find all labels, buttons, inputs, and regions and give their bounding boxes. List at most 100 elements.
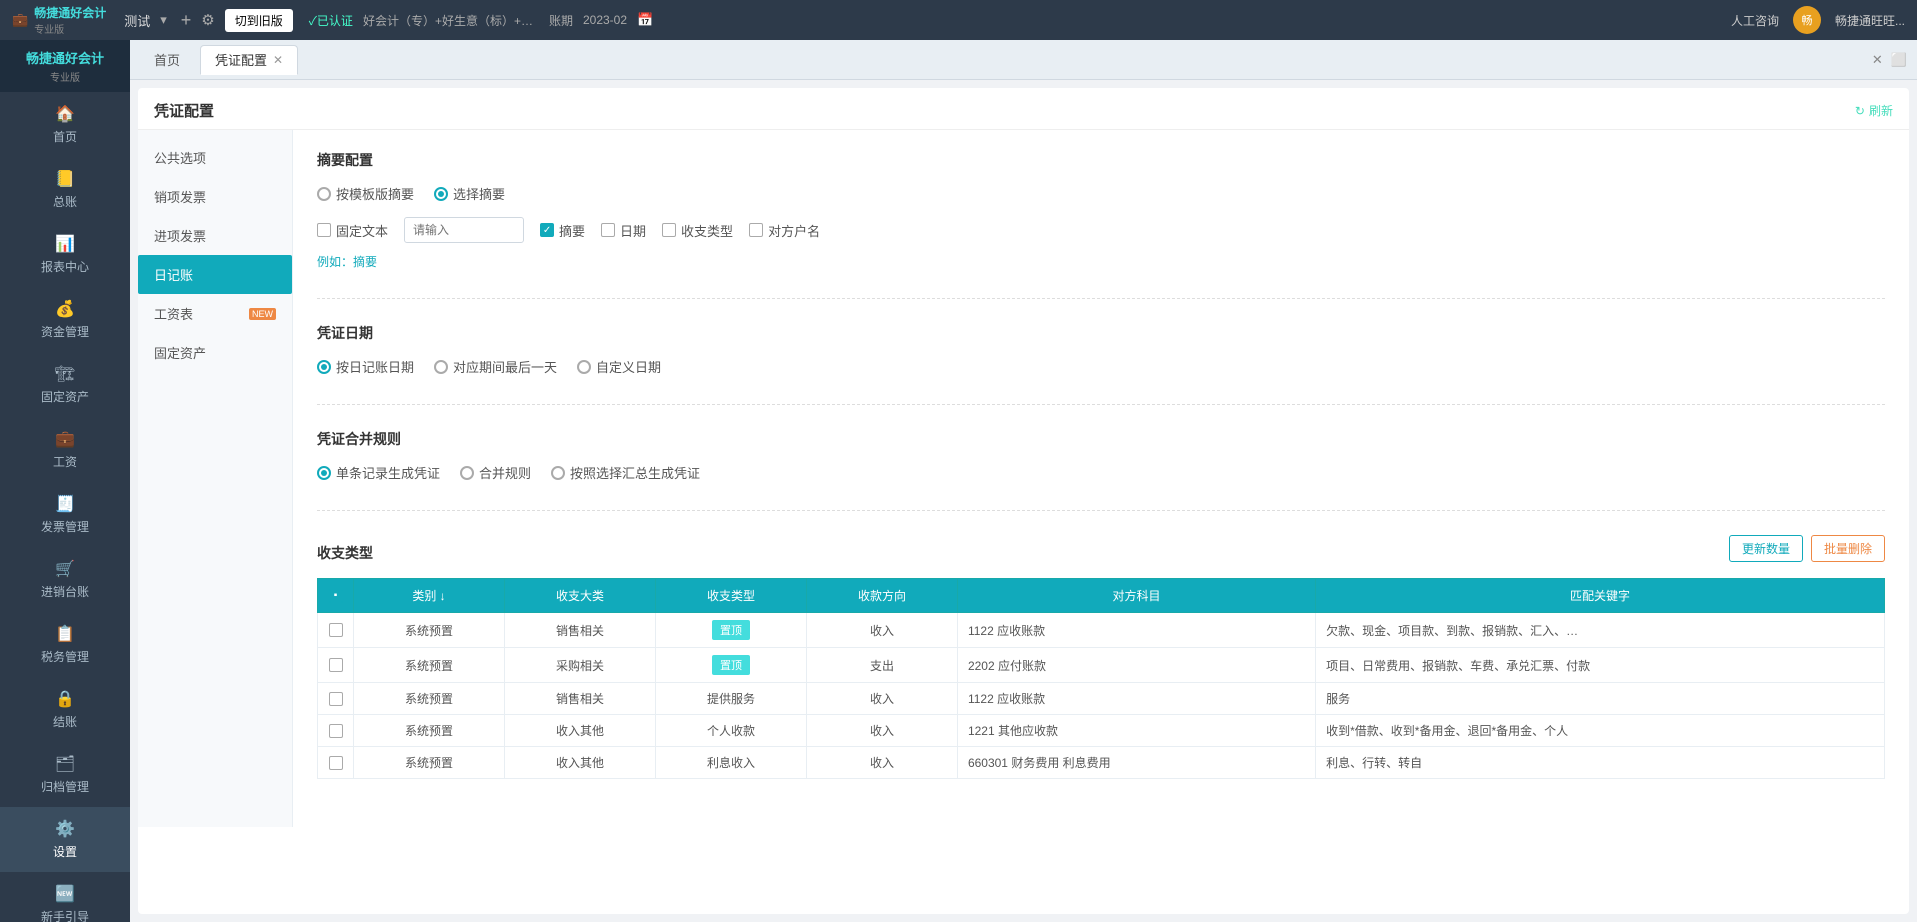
user-name[interactable]: 畅捷通旺旺...: [1835, 12, 1905, 29]
refresh-button[interactable]: ↻ 刷新: [1855, 102, 1893, 119]
settings-icon-sidebar: ⚙️: [55, 819, 75, 839]
page-title: 凭证配置: [154, 100, 214, 121]
row-checkbox-4[interactable]: [329, 756, 343, 770]
sidebar: 畅捷通好会计 专业版 🏠 首页 📒 总账 📊 报表中心 💰 资金管理 🏗 固定资…: [0, 40, 130, 922]
voucher-date-radio-group: 按日记账日期 对应期间最后一天 自定义日期: [317, 357, 1885, 376]
logo-main: 畅捷通好会计: [26, 48, 104, 67]
th-checkbox[interactable]: ▪: [329, 589, 343, 603]
tab-close-icon[interactable]: ✕: [273, 53, 283, 67]
sidebar-item-home[interactable]: 🏠 首页: [0, 92, 130, 157]
checkbox-income-type[interactable]: 收支类型: [662, 221, 733, 240]
sidebar-label-assets: 固定资产: [41, 388, 89, 405]
period-value: 2023-02: [583, 13, 627, 27]
refresh-icon: ↻: [1855, 104, 1865, 118]
row-checkbox-cell-4[interactable]: [318, 747, 354, 779]
row-sub-type-1: 置顶: [655, 648, 806, 683]
tag-reset-1[interactable]: 置顶: [712, 655, 750, 675]
tab-voucher-config[interactable]: 凭证配置 ✕: [200, 45, 298, 75]
batch-delete-button[interactable]: 批量删除: [1811, 535, 1885, 562]
left-nav: 公共选项 销项发票 进项发票 日记账 工资表 NEW: [138, 130, 293, 827]
row-keywords-2: 服务: [1316, 683, 1885, 715]
radio-summary-circle: [551, 466, 565, 480]
left-nav-fixed-assets[interactable]: 固定资产: [138, 333, 292, 372]
sidebar-item-invoice[interactable]: 🧾 发票管理: [0, 482, 130, 547]
close-window-icon[interactable]: ✕: [1872, 52, 1883, 68]
sidebar-label-tax: 税务管理: [41, 648, 89, 665]
row-checkbox-cell-1[interactable]: [318, 648, 354, 683]
row-checkbox-cell-3[interactable]: [318, 715, 354, 747]
radio-circle-template: [317, 187, 331, 201]
row-checkbox-cell-2[interactable]: [318, 683, 354, 715]
row-checkbox-3[interactable]: [329, 724, 343, 738]
left-nav-purchase-invoice[interactable]: 进项发票: [138, 216, 292, 255]
switch-version-button[interactable]: 切到旧版: [225, 9, 293, 32]
tab-home-label: 首页: [154, 50, 180, 69]
fixed-text-input[interactable]: [404, 217, 524, 243]
sidebar-label-reports: 报表中心: [41, 258, 89, 275]
sidebar-item-guide[interactable]: 🆕 新手引导: [0, 872, 130, 922]
voucher-date-title: 凭证日期: [317, 323, 1885, 343]
sidebar-label-guide: 新手引导: [41, 908, 89, 922]
sidebar-label-payroll: 工资: [53, 453, 77, 470]
row-checkbox-2[interactable]: [329, 692, 343, 706]
checkbox-box-date: [601, 223, 615, 237]
sidebar-item-archive[interactable]: 🗂 归档管理: [0, 742, 130, 807]
sidebar-item-payroll[interactable]: 💼 工资: [0, 417, 130, 482]
row-checkbox-cell-0[interactable]: [318, 613, 354, 648]
settings-icon[interactable]: ⚙: [201, 11, 214, 29]
sidebar-item-ledger[interactable]: 📒 总账: [0, 157, 130, 222]
radio-journal-date-circle: [317, 360, 331, 374]
arrow-down-icon[interactable]: ▾: [160, 12, 167, 28]
user-avatar[interactable]: 畅: [1793, 6, 1821, 34]
sidebar-item-reports[interactable]: 📊 报表中心: [0, 222, 130, 287]
left-nav-journal[interactable]: 日记账: [138, 255, 292, 294]
content-area: 首页 凭证配置 ✕ ✕ ⬜ 凭证配置 ↻ 刷新: [130, 40, 1917, 922]
left-nav-payroll-table[interactable]: 工资表 NEW: [138, 294, 292, 333]
radio-summary-generate[interactable]: 按照选择汇总生成凭证: [551, 463, 700, 482]
left-nav-sales-invoice[interactable]: 销项发票: [138, 177, 292, 216]
radio-single-record[interactable]: 单条记录生成凭证: [317, 463, 440, 482]
checkbox-summary[interactable]: ✓ 摘要: [540, 221, 585, 240]
checkbox-date[interactable]: 日期: [601, 221, 646, 240]
category-sort[interactable]: 类别 ↓: [364, 587, 494, 604]
row-category-0: 系统预置: [354, 613, 505, 648]
sidebar-item-tax[interactable]: 📋 税务管理: [0, 612, 130, 677]
sidebar-item-purchase[interactable]: 🛒 进销台账: [0, 547, 130, 612]
tab-voucher-config-label: 凭证配置: [215, 50, 267, 69]
radio-period-last-day[interactable]: 对应期间最后一天: [434, 357, 557, 376]
maximize-window-icon[interactable]: ⬜: [1891, 52, 1907, 68]
table-header-row: ▪ 类别 ↓ 收支大类 收支类型 收款方向: [318, 579, 1885, 613]
calendar-icon[interactable]: 📅: [637, 12, 653, 28]
radio-select-summary[interactable]: 选择摘要: [434, 184, 505, 203]
left-nav-public[interactable]: 公共选项: [138, 138, 292, 177]
sidebar-item-closing[interactable]: 🔒 结账: [0, 677, 130, 742]
sidebar-item-settings[interactable]: ⚙️ 设置: [0, 807, 130, 872]
sidebar-item-funds[interactable]: 💰 资金管理: [0, 287, 130, 352]
home-icon: 🏠: [55, 104, 75, 124]
radio-custom-date[interactable]: 自定义日期: [577, 357, 661, 376]
row-checkbox-1[interactable]: [329, 658, 343, 672]
row-sub-type-3: 个人收款: [655, 715, 806, 747]
new-badge: NEW: [249, 308, 276, 320]
row-checkbox-0[interactable]: [329, 623, 343, 637]
checkbox-fixed-text[interactable]: 固定文本: [317, 221, 388, 240]
sidebar-item-assets[interactable]: 🏗 固定资产: [0, 352, 130, 417]
update-count-button[interactable]: 更新数量: [1729, 535, 1803, 562]
tags-label: 好会计（专）+好生意（标）+…: [363, 12, 533, 29]
th-select[interactable]: ▪: [318, 579, 354, 613]
tag-reset-0[interactable]: 置顶: [712, 620, 750, 640]
radio-merge-rule[interactable]: 合并规则: [460, 463, 531, 482]
add-icon[interactable]: +: [181, 10, 192, 31]
row-direction-1: 支出: [806, 648, 957, 683]
sidebar-logo: 畅捷通好会计 专业版: [0, 40, 130, 92]
radio-merge-circle: [460, 466, 474, 480]
row-account-4: 660301 财务费用 利息费用: [957, 747, 1315, 779]
sidebar-label-settings: 设置: [53, 843, 77, 860]
radio-journal-date[interactable]: 按日记账日期: [317, 357, 414, 376]
user-service-area: 人工咨询 畅 畅捷通旺旺...: [1731, 6, 1905, 34]
radio-template-summary[interactable]: 按模板版摘要: [317, 184, 414, 203]
checkbox-counterpart-name[interactable]: 对方户名: [749, 221, 820, 240]
config-layout: 公共选项 销项发票 进项发票 日记账 工资表 NEW: [138, 130, 1909, 827]
service-link[interactable]: 人工咨询: [1731, 12, 1779, 29]
tab-home[interactable]: 首页: [140, 45, 194, 75]
